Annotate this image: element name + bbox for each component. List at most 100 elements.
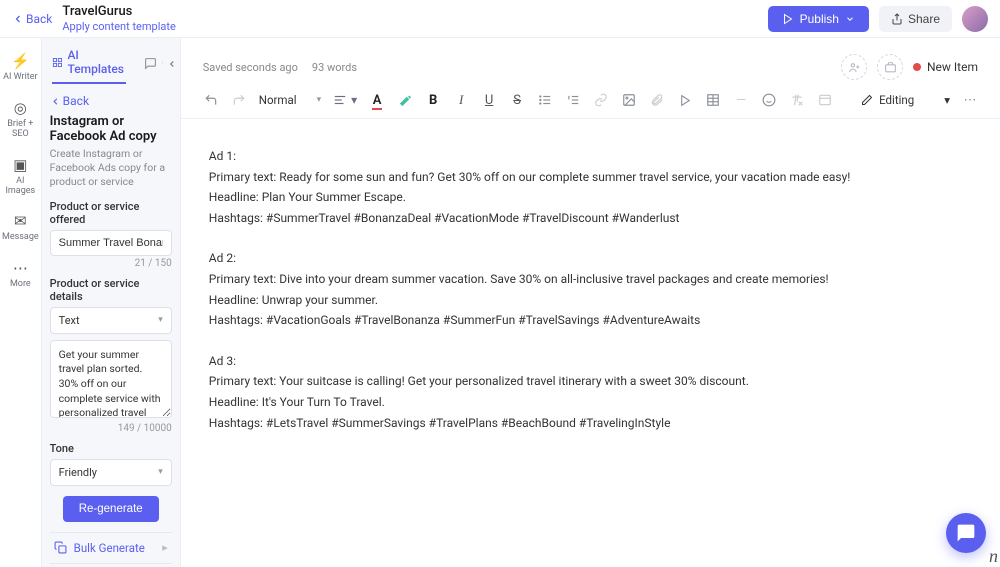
clear-format-button[interactable]: [789, 92, 805, 108]
paragraph-style-select[interactable]: Normal ▾: [259, 93, 321, 107]
avatar[interactable]: [962, 6, 988, 32]
bold-button[interactable]: B: [425, 92, 441, 108]
video-button[interactable]: [677, 92, 693, 108]
highlight-icon: [398, 93, 413, 108]
nav-rail: ⚡ AI Writer ◎ Brief + SEO ▣ AI Images ✉ …: [0, 38, 42, 567]
tab-ai-templates[interactable]: AI Templates: [52, 48, 127, 84]
paperclip-icon: [650, 93, 664, 107]
divider-button[interactable]: —: [733, 92, 749, 108]
chevron-down-icon: ▾: [317, 95, 322, 105]
template-desc: Create Instagram or Facebook Ads copy fo…: [50, 147, 172, 190]
chevron-down-icon: ▾: [944, 93, 950, 107]
chat-bubble-icon: [956, 523, 976, 543]
panel-back-button[interactable]: Back: [50, 94, 172, 108]
underline-button[interactable]: U: [481, 92, 497, 108]
emoji-icon: [762, 93, 776, 107]
text-color-icon: A: [373, 93, 382, 108]
rail-more[interactable]: ⋯ More: [0, 253, 41, 296]
new-item-indicator[interactable]: New Item: [913, 60, 978, 74]
ad-primary: Primary text: Ready for some sun and fun…: [209, 168, 972, 187]
ad-hashtags: Hashtags: #VacationGoals #TravelBonanza …: [209, 311, 972, 330]
regenerate-button[interactable]: Re-generate: [63, 496, 159, 522]
title-block: TravelGurus Apply content template: [62, 4, 175, 33]
details-textarea[interactable]: [50, 340, 172, 418]
strikethrough-button[interactable]: S: [509, 92, 525, 108]
details-mode-select[interactable]: Text ▾: [50, 307, 172, 334]
more-toolbar-button[interactable]: ⋯: [962, 92, 978, 108]
editor-toolbar: Normal ▾ ▾ A B I U S: [181, 86, 1000, 119]
italic-button[interactable]: I: [453, 92, 469, 108]
field-label-details: Product or service details: [50, 277, 172, 303]
redo-button[interactable]: [231, 92, 247, 108]
ad-headline: Headline: It's Your Turn To Travel.: [209, 393, 972, 412]
image-icon: ▣: [13, 156, 27, 174]
back-label: Back: [63, 94, 89, 108]
table-button[interactable]: [705, 92, 721, 108]
rail-label: More: [10, 280, 31, 290]
publish-button[interactable]: Publish: [768, 6, 869, 32]
rail-brief-seo[interactable]: ◎ Brief + SEO: [0, 93, 41, 146]
rail-ai-writer[interactable]: ⚡ AI Writer: [0, 46, 41, 89]
product-input[interactable]: [50, 230, 172, 256]
ad-title: Ad 2:: [209, 249, 972, 268]
sidebar-panel: AI Templates ChatGPT Back Instagram or F…: [42, 38, 181, 567]
add-collaborator-button[interactable]: [841, 54, 867, 80]
collapse-panel-button[interactable]: [163, 52, 181, 76]
back-button-top[interactable]: Back: [12, 12, 52, 26]
highlight-button[interactable]: [397, 92, 413, 108]
clear-icon: [790, 93, 804, 107]
new-item-label: New Item: [927, 60, 978, 74]
link-button[interactable]: [593, 92, 609, 108]
tab-label: AI Templates: [67, 48, 126, 76]
undo-button[interactable]: [203, 92, 219, 108]
image-button[interactable]: [621, 92, 637, 108]
align-select[interactable]: ▾: [333, 93, 357, 107]
copy-icon: [54, 541, 67, 554]
rail-message[interactable]: ✉ Message: [0, 206, 41, 249]
ad-title: Ad 3:: [209, 352, 972, 371]
chevron-left-icon: [167, 59, 177, 69]
status-row: Saved seconds ago 93 words New Item: [181, 38, 1000, 86]
bulk-generate-row[interactable]: Bulk Generate ▸: [50, 532, 172, 564]
rail-label: Brief + SEO: [2, 120, 39, 140]
bullet-list-button[interactable]: [537, 92, 553, 108]
template-heading: Instagram or Facebook Ad copy: [50, 114, 172, 144]
templates-icon: [52, 56, 63, 69]
chevron-down-icon: ▾: [158, 467, 163, 477]
select-value: Text: [59, 314, 80, 327]
code-button[interactable]: [817, 92, 833, 108]
tone-select[interactable]: Friendly ▾: [50, 459, 172, 486]
ad-hashtags: Hashtags: #SummerTravel #BonanzaDeal #Va…: [209, 209, 972, 228]
share-button[interactable]: Share: [879, 6, 952, 32]
ad-headline: Headline: Unwrap your summer.: [209, 291, 972, 310]
rail-ai-images[interactable]: ▣ AI Images: [0, 150, 41, 203]
pencil-icon: [861, 94, 873, 106]
rail-label: AI Images: [2, 177, 39, 197]
play-icon: [679, 94, 692, 107]
numbered-list-button[interactable]: [565, 92, 581, 108]
support-chat-button[interactable]: [946, 513, 986, 553]
product-counter: 21 / 150: [50, 258, 172, 269]
project-title: TravelGurus: [62, 4, 175, 20]
more-icon: ⋯: [13, 259, 28, 277]
panel-tabs: AI Templates ChatGPT: [50, 38, 172, 84]
document-body[interactable]: Ad 1: Primary text: Ready for some sun a…: [181, 119, 1000, 482]
rail-label: Message: [2, 233, 39, 243]
list-bullet-icon: [538, 93, 552, 107]
attachment-button[interactable]: [649, 92, 665, 108]
ad-primary: Primary text: Dive into your dream summe…: [209, 270, 972, 289]
text-color-button[interactable]: A: [369, 92, 385, 108]
mode-select[interactable]: Editing ▾: [861, 93, 950, 107]
settings-circle-button[interactable]: [877, 54, 903, 80]
apply-template-link[interactable]: Apply content template: [62, 20, 175, 33]
target-icon: ◎: [14, 99, 27, 117]
ad-block: Ad 2: Primary text: Dive into your dream…: [209, 249, 972, 329]
align-left-icon: [333, 93, 347, 107]
ad-title: Ad 1:: [209, 147, 972, 166]
list-number-icon: [566, 93, 580, 107]
emoji-button[interactable]: [761, 92, 777, 108]
chat-icon: [144, 57, 157, 70]
message-icon: ✉: [14, 212, 27, 230]
word-count: 93 words: [312, 61, 357, 74]
top-header: Back TravelGurus Apply content template …: [0, 0, 1000, 38]
